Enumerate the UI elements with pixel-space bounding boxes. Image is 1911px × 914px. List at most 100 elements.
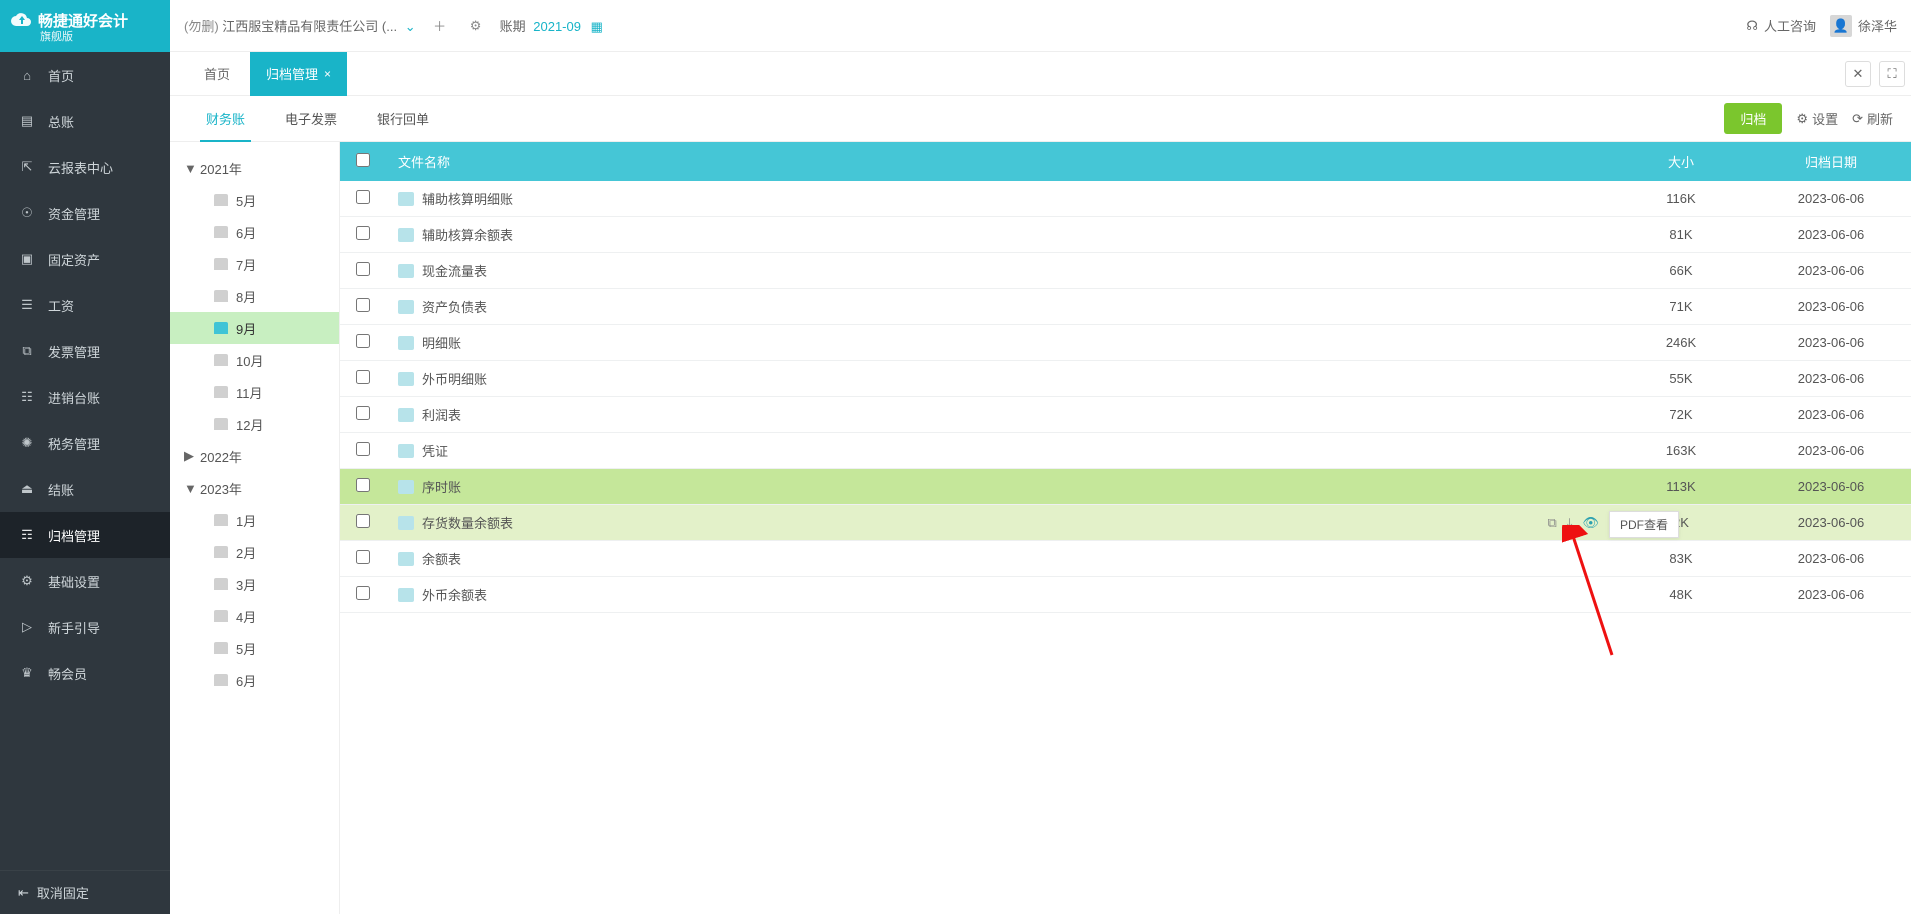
tree-month[interactable]: 10月	[170, 344, 339, 376]
row-checkbox[interactable]	[356, 586, 370, 600]
company-selector[interactable]: (勿删) 江西服宝精品有限责任公司 (... ⌄	[184, 16, 416, 35]
file-size: 83K	[1611, 541, 1751, 577]
subtab-bank[interactable]: 银行回单	[359, 96, 447, 142]
col-size: 大小	[1611, 142, 1751, 181]
row-checkbox[interactable]	[356, 406, 370, 420]
tab-archive[interactable]: 归档管理 ×	[250, 52, 347, 96]
period[interactable]: 账期 2021-09 ▦	[500, 16, 603, 35]
row-checkbox[interactable]	[356, 226, 370, 240]
tree-month[interactable]: 2月	[170, 536, 339, 568]
nav-invoice[interactable]: ⧉发票管理	[0, 328, 170, 374]
refresh-link[interactable]: ⟳刷新	[1852, 109, 1893, 128]
sidebar: 畅捷通好会计 旗舰版 ⌂首页 ▤总账 ⇱云报表中心 ☉资金管理 ▣固定资产 ☰工…	[0, 0, 170, 914]
gear-icon: ⚙	[18, 572, 36, 590]
subtab-label: 电子发票	[285, 109, 337, 128]
tab-home[interactable]: 首页	[188, 52, 246, 96]
tree-month[interactable]: 6月	[170, 664, 339, 696]
table-row[interactable]: 凭证163K2023-06-06	[340, 433, 1911, 469]
tree-month[interactable]: 8月	[170, 280, 339, 312]
nav-reports[interactable]: ⇱云报表中心	[0, 144, 170, 190]
tree-month[interactable]: 9月	[170, 312, 339, 344]
table-row[interactable]: 现金流量表66K2023-06-06	[340, 253, 1911, 289]
table-row[interactable]: 余额表83K2023-06-06	[340, 541, 1911, 577]
nav-tax[interactable]: ✺税务管理	[0, 420, 170, 466]
file-size: 113K	[1611, 469, 1751, 505]
row-checkbox[interactable]	[356, 370, 370, 384]
row-checkbox[interactable]	[356, 442, 370, 456]
tree-month[interactable]: 1月	[170, 504, 339, 536]
consult-link[interactable]: ☊ 人工咨询	[1746, 16, 1816, 35]
table-row[interactable]: 利润表72K2023-06-06	[340, 397, 1911, 433]
nav-salary[interactable]: ☰工资	[0, 282, 170, 328]
col-date: 归档日期	[1751, 142, 1911, 181]
nav-member[interactable]: ♛畅会员	[0, 650, 170, 696]
company-settings-button[interactable]: ⚙	[464, 14, 488, 38]
tree-year[interactable]: ▶2022年	[170, 440, 339, 472]
tree-month[interactable]: 11月	[170, 376, 339, 408]
row-checkbox[interactable]	[356, 190, 370, 204]
tree-month[interactable]: 4月	[170, 600, 339, 632]
download-image-icon[interactable]: ⧉	[1547, 515, 1556, 531]
subtabs: 财务账 电子发票 银行回单 归档 ⚙设置 ⟳刷新	[170, 96, 1911, 142]
nav-home[interactable]: ⌂首页	[0, 52, 170, 98]
tree-month[interactable]: 3月	[170, 568, 339, 600]
sidebar-unpin[interactable]: ⇤ 取消固定	[0, 870, 170, 914]
row-checkbox[interactable]	[356, 514, 370, 528]
nav-ledger[interactable]: ▤总账	[0, 98, 170, 144]
row-checkbox[interactable]	[356, 478, 370, 492]
subtab-finance[interactable]: 财务账	[188, 96, 263, 142]
row-checkbox[interactable]	[356, 334, 370, 348]
nav-close[interactable]: ⏏结账	[0, 466, 170, 512]
folder-icon	[214, 674, 228, 686]
tree-month[interactable]: 5月	[170, 184, 339, 216]
user-menu[interactable]: 👤 徐泽华	[1830, 15, 1897, 37]
tree-month[interactable]: 12月	[170, 408, 339, 440]
pdf-view-icon[interactable]: 👁	[1582, 515, 1599, 531]
close-all-tabs[interactable]: ✕	[1845, 61, 1871, 87]
file-date: 2023-06-06	[1751, 433, 1911, 469]
table-row[interactable]: 序时账113K2023-06-06	[340, 469, 1911, 505]
nav-inventory[interactable]: ☷进销台账	[0, 374, 170, 420]
close-icon[interactable]: ×	[324, 67, 331, 81]
file-date: 2023-06-06	[1751, 397, 1911, 433]
select-all-checkbox[interactable]	[356, 153, 370, 167]
folder-icon	[214, 194, 228, 206]
row-checkbox[interactable]	[356, 298, 370, 312]
tree-year[interactable]: ▼2023年	[170, 472, 339, 504]
table-row[interactable]: 辅助核算余额表81K2023-06-06	[340, 217, 1911, 253]
file-name: 资产负债表	[422, 297, 487, 316]
row-checkbox[interactable]	[356, 550, 370, 564]
subtab-einvoice[interactable]: 电子发票	[267, 96, 355, 142]
nav-guide[interactable]: ▷新手引导	[0, 604, 170, 650]
col-name: 文件名称	[386, 142, 1611, 181]
archive-button[interactable]: 归档	[1724, 103, 1782, 134]
add-company-button[interactable]: ＋	[428, 14, 452, 38]
download-pdf-icon[interactable]: ⤓	[1567, 515, 1573, 531]
nav-funds[interactable]: ☉资金管理	[0, 190, 170, 236]
folder-icon	[214, 354, 228, 366]
table-row[interactable]: 辅助核算明细账116K2023-06-06	[340, 181, 1911, 217]
tree-month[interactable]: 6月	[170, 216, 339, 248]
table-row[interactable]: 资产负债表71K2023-06-06	[340, 289, 1911, 325]
nav-settings[interactable]: ⚙基础设置	[0, 558, 170, 604]
table-row[interactable]: 外币明细账55K2023-06-06	[340, 361, 1911, 397]
tree-year[interactable]: ▼2021年	[170, 152, 339, 184]
nav-label: 新手引导	[48, 618, 100, 637]
fullscreen-toggle[interactable]: ⛶	[1879, 61, 1905, 87]
row-checkbox[interactable]	[356, 262, 370, 276]
file-size: 72K	[1611, 397, 1751, 433]
file-size: 163K	[1611, 433, 1751, 469]
tree-month[interactable]: 7月	[170, 248, 339, 280]
nav-label: 首页	[48, 66, 74, 85]
settings-link[interactable]: ⚙设置	[1796, 109, 1838, 128]
chart-icon: ⇱	[18, 158, 36, 176]
table-row[interactable]: 外币余额表48K2023-06-06	[340, 577, 1911, 613]
nav-label: 归档管理	[48, 526, 100, 545]
archive-icon: ☶	[18, 526, 36, 544]
company-prefix: (勿删)	[184, 19, 219, 34]
nav-archive[interactable]: ☶ 归档管理	[0, 512, 170, 558]
table-row[interactable]: 明细账246K2023-06-06	[340, 325, 1911, 361]
nav-fixed-assets[interactable]: ▣固定资产	[0, 236, 170, 282]
tree-month[interactable]: 5月	[170, 632, 339, 664]
file-size: 81K	[1611, 217, 1751, 253]
